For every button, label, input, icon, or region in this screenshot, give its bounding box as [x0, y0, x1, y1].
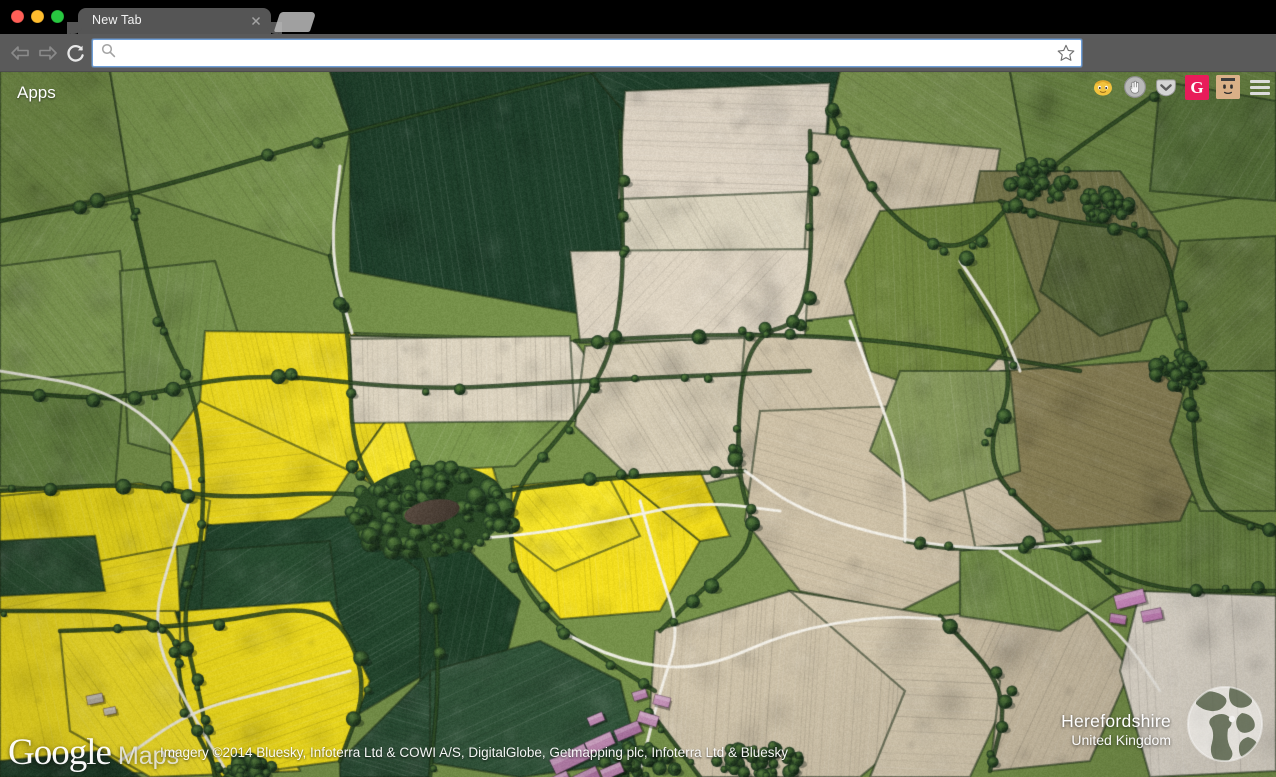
google-maps-logo[interactable]: Google Maps — [8, 734, 179, 771]
place-label: Herefordshire United Kingdom — [1061, 711, 1171, 749]
search-icon — [101, 43, 116, 63]
window-maximize-button[interactable] — [51, 10, 64, 23]
google-wordmark: Google — [8, 732, 112, 773]
reload-icon[interactable] — [62, 40, 88, 66]
address-bar[interactable] — [92, 39, 1082, 67]
hamburger-menu-icon[interactable] — [1250, 76, 1270, 98]
new-tab-button[interactable] — [273, 12, 317, 32]
window-minimize-button[interactable] — [31, 10, 44, 23]
pocket-icon[interactable] — [1154, 75, 1178, 99]
browser-toolbar: G — [0, 34, 1276, 100]
grammarly-g-icon[interactable]: G — [1185, 75, 1209, 100]
place-country: United Kingdom — [1071, 731, 1171, 748]
place-region: Herefordshire — [1061, 710, 1171, 731]
window-traffic-lights — [11, 10, 64, 23]
map-viewport[interactable] — [0, 71, 1276, 777]
tab-title: New Tab — [92, 13, 142, 27]
map-attribution: Imagery ©2014 Bluesky, Infoterra Ltd & C… — [160, 745, 788, 760]
bookmark-star-icon[interactable] — [1056, 43, 1076, 63]
tab-strip: New Tab — [0, 0, 1276, 34]
close-icon[interactable] — [249, 14, 263, 28]
globe-icon[interactable] — [1186, 685, 1264, 763]
satellite-map-canvas[interactable] — [0, 71, 1276, 777]
window-close-button[interactable] — [11, 10, 24, 23]
back-arrow-icon[interactable] — [7, 40, 33, 66]
tab-new-tab[interactable]: New Tab — [67, 8, 282, 34]
address-bar-input[interactable] — [116, 42, 1081, 64]
hand-stop-icon[interactable] — [1123, 75, 1147, 99]
box-character-icon[interactable] — [1216, 75, 1240, 99]
browser-window: New Tab G Apps Google Maps Imagery ©2014… — [0, 0, 1276, 777]
bookmark-apps-shortcut[interactable]: Apps — [17, 83, 56, 103]
forward-arrow-icon[interactable] — [35, 40, 61, 66]
yellow-face-icon[interactable] — [1091, 75, 1115, 99]
